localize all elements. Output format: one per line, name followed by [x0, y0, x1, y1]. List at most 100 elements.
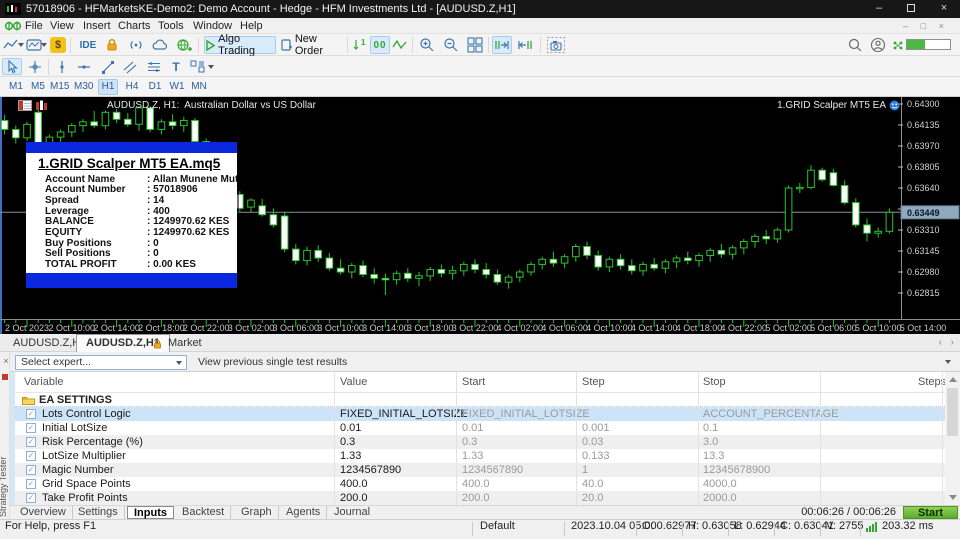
param-value[interactable]: FIXED_INITIAL_LOTSIZE — [340, 407, 468, 421]
param-value[interactable]: 400.0 — [340, 477, 368, 491]
col-value[interactable]: Value — [340, 372, 367, 393]
param-step[interactable]: 0.001 — [582, 421, 610, 435]
tf-mn[interactable]: MN — [189, 79, 209, 95]
param-start[interactable]: 1234567890 — [462, 463, 523, 477]
col-step[interactable]: Step — [582, 372, 605, 393]
tf-m5[interactable]: M5 — [28, 79, 48, 95]
sort-by-time-icon[interactable]: 1 — [352, 36, 368, 54]
line-mode-icon[interactable] — [392, 36, 408, 54]
menu-tools[interactable]: Tools — [158, 19, 184, 34]
expert-selector[interactable]: Select expert... — [15, 355, 187, 370]
text-tool[interactable]: T — [166, 58, 186, 75]
tab-agents[interactable]: Agents — [280, 506, 328, 519]
ea-smiley-icon[interactable] — [889, 100, 900, 111]
tab-inputs[interactable]: Inputs — [127, 506, 174, 519]
menu-insert[interactable]: Insert — [83, 19, 111, 34]
param-value[interactable]: 1.33 — [340, 449, 361, 463]
param-value[interactable]: 1234567890 — [340, 463, 401, 477]
param-step[interactable]: 40.0 — [582, 477, 603, 491]
shapes-tool[interactable] — [188, 58, 208, 75]
start-button[interactable]: Start — [903, 505, 958, 519]
param-step[interactable]: 0.03 — [582, 435, 603, 449]
param-value[interactable]: 200.0 — [340, 491, 368, 505]
screenshot-icon[interactable] — [545, 36, 567, 54]
row-checkbox[interactable]: ✓ — [26, 437, 36, 447]
lock-icon[interactable] — [104, 36, 120, 54]
param-start[interactable]: FIXED_INITIAL_LOTSIZE — [462, 407, 590, 421]
view-results-selector[interactable]: View previous single test results — [191, 355, 957, 370]
tester-row[interactable]: ✓ Magic Number 1234567890 1234567890 1 123456… — [15, 463, 945, 477]
tester-row[interactable]: ✓ LotSize Multiplier 1.33 1.33 0.133 13.3 — [15, 449, 945, 463]
tab-scroll-left-icon[interactable]: ‹ — [939, 338, 942, 348]
channel-tool[interactable] — [120, 58, 140, 75]
market-watch-icon[interactable]: $ — [50, 36, 66, 54]
community-icon[interactable] — [176, 36, 192, 54]
one-click-trading-icon[interactable] — [35, 100, 48, 111]
close-button[interactable]: × — [933, 0, 955, 18]
param-value[interactable]: 0.01 — [340, 421, 361, 435]
crosshair-tool[interactable] — [25, 58, 45, 75]
tester-group-row[interactable]: EA SETTINGS — [15, 393, 945, 407]
tester-row[interactable]: ✓ Take Profit Points 200.0 200.0 20.0 2000.0 — [15, 491, 945, 505]
param-step[interactable]: 0.133 — [582, 449, 610, 463]
row-checkbox[interactable]: ✓ — [26, 423, 36, 433]
restore-button[interactable] — [900, 0, 922, 18]
tab-journal[interactable]: Journal — [328, 506, 376, 519]
tf-w1[interactable]: W1 — [167, 79, 187, 95]
account-icon[interactable] — [869, 36, 887, 54]
search-icon[interactable] — [846, 36, 864, 54]
param-stop[interactable]: 0.1 — [703, 421, 718, 435]
tf-h4[interactable]: H4 — [122, 79, 142, 95]
tf-h1[interactable]: H1 — [98, 79, 118, 95]
tf-m30[interactable]: M30 — [72, 79, 95, 95]
scroll-up-icon[interactable] — [945, 377, 960, 382]
signal-icon[interactable] — [128, 36, 144, 54]
tab-scroll-right-icon[interactable]: › — [951, 338, 954, 348]
horizontal-line-tool[interactable] — [74, 58, 94, 75]
equidistant-channel-tool[interactable] — [144, 58, 164, 75]
param-start[interactable]: 1.33 — [462, 449, 483, 463]
row-checkbox[interactable]: ✓ — [26, 493, 36, 503]
param-start[interactable]: 0.01 — [462, 421, 483, 435]
cursor-tool[interactable] — [2, 58, 22, 75]
shapes-caret[interactable] — [206, 58, 216, 75]
param-stop[interactable]: 12345678900 — [703, 463, 770, 477]
child-close-button[interactable]: × — [939, 21, 944, 31]
scroll-thumb[interactable] — [947, 388, 958, 436]
zoom-in-icon[interactable] — [418, 36, 436, 54]
param-stop[interactable]: 4000.0 — [703, 477, 737, 491]
row-checkbox[interactable]: ✓ — [26, 451, 36, 461]
param-step[interactable]: 1 — [582, 463, 588, 477]
algo-trading-button[interactable]: Algo Trading — [204, 33, 276, 57]
depth-of-market-icon[interactable] — [18, 100, 32, 111]
param-stop[interactable]: ACCOUNT_PERCENTAGE — [703, 407, 838, 421]
row-checkbox[interactable]: ✓ — [26, 409, 36, 419]
param-start[interactable]: 400.0 — [462, 477, 490, 491]
tab-overview[interactable]: Overview — [14, 506, 73, 519]
trendline-tool[interactable] — [98, 58, 118, 75]
child-minimize-button[interactable]: – — [903, 21, 908, 31]
tile-windows-icon[interactable] — [466, 36, 484, 54]
chart-tab-market[interactable]: Market — [160, 335, 211, 352]
param-step[interactable]: 20.0 — [582, 491, 603, 505]
child-restore-button[interactable]: □ — [921, 21, 926, 31]
minimize-button[interactable]: – — [868, 0, 890, 18]
auto-shift-button[interactable] — [515, 36, 535, 54]
shift-end-button[interactable] — [492, 36, 512, 54]
tf-m15[interactable]: M15 — [48, 79, 71, 95]
menu-view[interactable]: View — [50, 19, 74, 34]
tab-graph[interactable]: Graph — [235, 506, 279, 519]
row-checkbox[interactable]: ✓ — [26, 465, 36, 475]
cloud-icon[interactable] — [152, 36, 168, 54]
chart-profile-caret[interactable] — [40, 36, 48, 54]
param-stop[interactable]: 2000.0 — [703, 491, 737, 505]
menu-file[interactable]: File — [25, 19, 43, 34]
param-stop[interactable]: 3.0 — [703, 435, 718, 449]
tester-scrollbar[interactable] — [945, 372, 960, 505]
param-start[interactable]: 0.3 — [462, 435, 477, 449]
tf-m1[interactable]: M1 — [6, 79, 26, 95]
scroll-down-icon[interactable] — [945, 490, 960, 505]
zoom-out-icon[interactable] — [442, 36, 460, 54]
menu-window[interactable]: Window — [193, 19, 232, 34]
vertical-line-tool[interactable] — [52, 58, 72, 75]
